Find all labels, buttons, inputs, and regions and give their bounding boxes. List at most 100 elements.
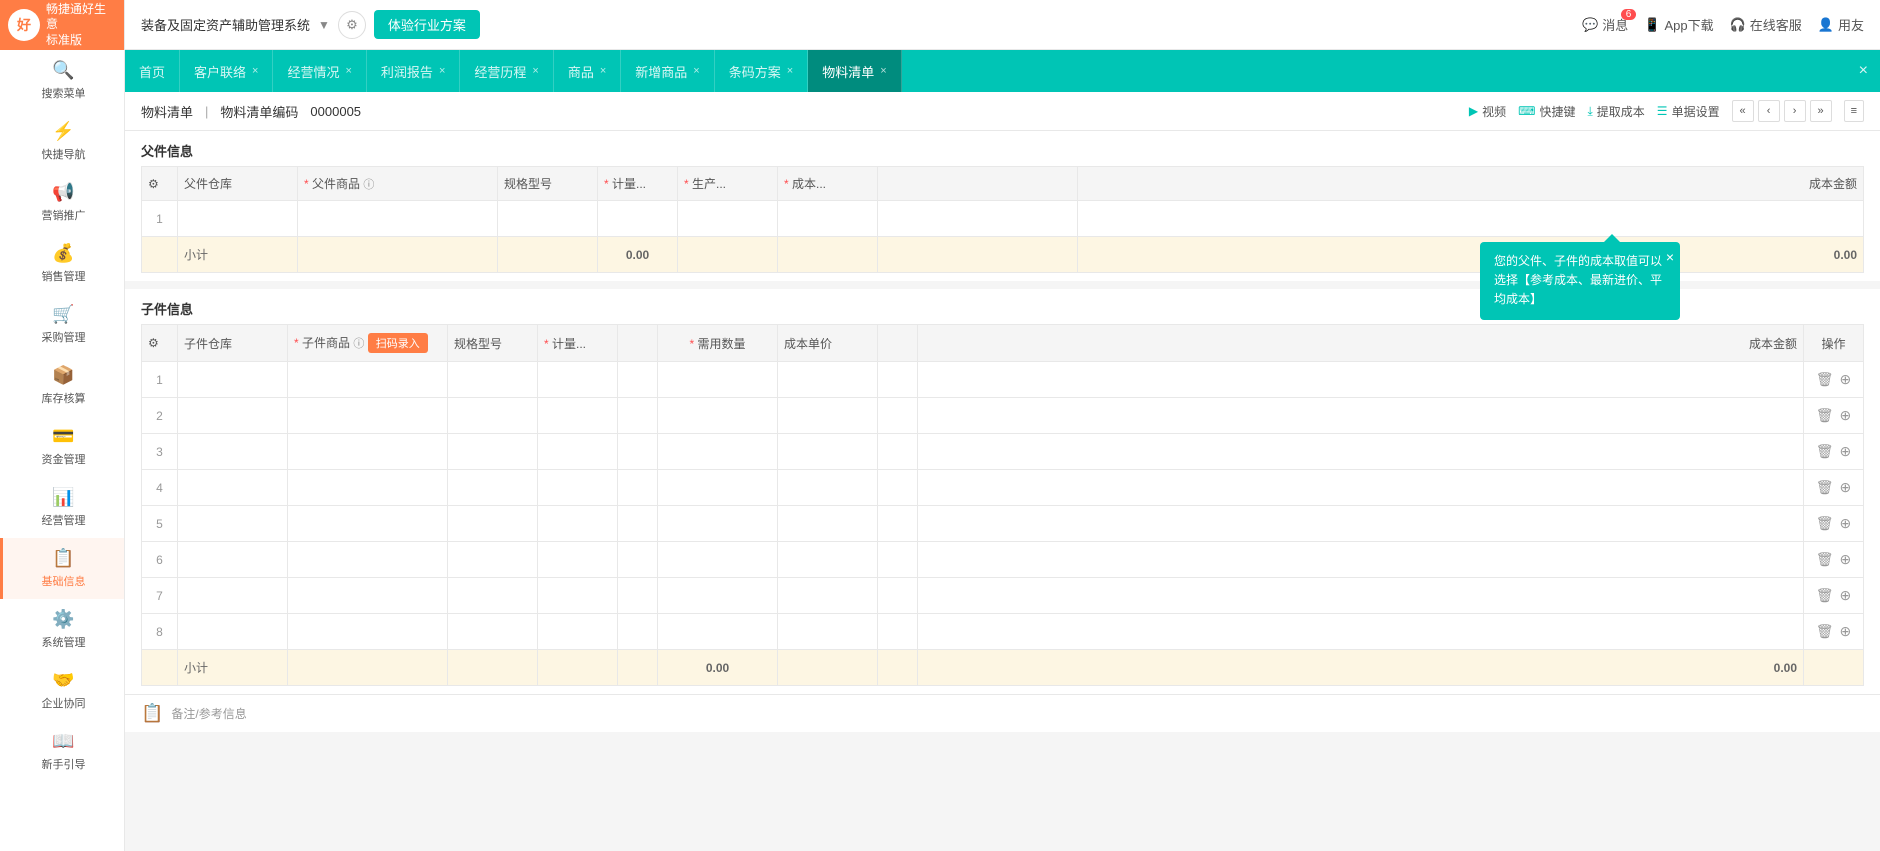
tab-home[interactable]: 首页 — [125, 50, 180, 92]
child-section: 子件信息 ⚙ 子件仓库 * 子件商品 ⓘ 扫码录入 规格型号 — [125, 289, 1880, 694]
child-row-7-actions: 🗑 ⊕ — [1810, 587, 1857, 604]
tooltip-text: 您的父件、子件的成本取值可以选择【参考成本、最新进价、平均成本】 — [1494, 254, 1662, 306]
marketing-icon: 📢 — [52, 182, 74, 203]
app-download-button[interactable]: 📱 App下载 — [1644, 15, 1713, 34]
copy-icon[interactable]: ⊕ — [1840, 479, 1852, 496]
copy-icon[interactable]: ⊕ — [1840, 407, 1852, 424]
tab-profit-report[interactable]: 利润报告 × — [367, 50, 460, 92]
copy-icon[interactable]: ⊕ — [1840, 623, 1852, 640]
user-button[interactable]: 👤 用友 — [1818, 15, 1864, 34]
tab-customer[interactable]: 客户联络 × — [180, 50, 273, 92]
copy-icon[interactable]: ⊕ — [1840, 587, 1852, 604]
settings-button[interactable]: ⚙ — [338, 11, 366, 39]
online-service-button[interactable]: 🎧 在线客服 — [1730, 15, 1802, 34]
tab-customer-close[interactable]: × — [252, 65, 258, 77]
system-title: 装备及固定资产辅助管理系统 — [141, 15, 310, 34]
tooltip-close-button[interactable]: × — [1666, 246, 1674, 268]
system-dropdown[interactable]: ▼ — [318, 18, 330, 32]
nav-next[interactable]: › — [1784, 100, 1806, 122]
tab-ops-history-close[interactable]: × — [532, 65, 538, 77]
child-table-row: 5 🗑 ⊕ — [142, 506, 1864, 542]
parent-col-cost-amount: 成本金额 — [1078, 167, 1864, 201]
topbar: 装备及固定资产辅助管理系统 ▼ ⚙ 体验行业方案 💬 消息 6 📱 App下载 … — [125, 0, 1880, 50]
nav-last[interactable]: » — [1810, 100, 1832, 122]
child-row-2-actions: 🗑 ⊕ — [1810, 407, 1857, 424]
sidebar-item-basic[interactable]: 📋 基础信息 — [0, 538, 124, 599]
view-button[interactable]: ▶ 视频 — [1469, 103, 1506, 120]
child-row-1-actions: 🗑 ⊕ — [1810, 371, 1857, 388]
extract-cost-button[interactable]: ⤓ 提取成本 — [1587, 103, 1644, 120]
bottom-bar: 📋 备注/参考信息 — [125, 694, 1880, 732]
content-area: 物料清单 | 物料清单编码 0000005 ▶ 视频 ⌨ 快捷键 ⤓ 提取成本 … — [125, 92, 1880, 851]
sidebar-item-purchase[interactable]: 🛒 采购管理 — [0, 294, 124, 355]
tab-profit-close[interactable]: × — [439, 65, 445, 77]
finance-icon: 💳 — [52, 426, 74, 447]
parent-table-row: 1 — [142, 201, 1864, 237]
sidebar-item-sales[interactable]: 💰 销售管理 — [0, 233, 124, 294]
copy-icon[interactable]: ⊕ — [1840, 371, 1852, 388]
delete-icon[interactable]: 🗑 — [1816, 515, 1834, 532]
purchase-icon: 🛒 — [52, 304, 74, 325]
delete-icon[interactable]: 🗑 — [1816, 371, 1834, 388]
sidebar-item-finance[interactable]: 💳 资金管理 — [0, 416, 124, 477]
cost-tooltip: × 您的父件、子件的成本取值可以选择【参考成本、最新进价、平均成本】 — [1480, 242, 1680, 320]
tab-goods[interactable]: 商品 × — [554, 50, 621, 92]
nav-first[interactable]: « — [1732, 100, 1754, 122]
inventory-icon: 📦 — [52, 365, 74, 386]
sidebar-item-enterprise[interactable]: 🤝 企业协同 — [0, 660, 124, 721]
tab-barcode[interactable]: 条码方案 × — [715, 50, 808, 92]
topbar-right: 💬 消息 6 📱 App下载 🎧 在线客服 👤 用友 — [1582, 15, 1864, 34]
delete-icon[interactable]: 🗑 — [1816, 587, 1834, 604]
tab-operations-status[interactable]: 经营情况 × — [273, 50, 366, 92]
trial-button[interactable]: 体验行业方案 — [374, 10, 480, 39]
tab-bom[interactable]: 物料清单 × — [808, 50, 901, 92]
nav-prev[interactable]: ‹ — [1758, 100, 1780, 122]
copy-icon[interactable]: ⊕ — [1840, 443, 1852, 460]
delete-icon[interactable]: 🗑 — [1816, 407, 1834, 424]
operations-icon: 📊 — [52, 487, 74, 508]
child-table-row: 4 🗑 ⊕ — [142, 470, 1864, 506]
delete-icon[interactable]: 🗑 — [1816, 623, 1834, 640]
tab-ops-status-close[interactable]: × — [345, 65, 351, 77]
tab-bom-close[interactable]: × — [880, 65, 886, 77]
grid-view-btn[interactable]: ≡ — [1844, 100, 1864, 122]
parent-col-unit: * 计量... — [598, 167, 678, 201]
tab-new-goods-close[interactable]: × — [693, 65, 699, 77]
sidebar-item-inventory[interactable]: 📦 库存核算 — [0, 355, 124, 416]
sidebar-item-marketing[interactable]: 📢 营销推广 — [0, 172, 124, 233]
child-col-needed-qty: * 需用数量 — [658, 325, 778, 362]
delete-icon[interactable]: 🗑 — [1816, 443, 1834, 460]
tab-barcode-close[interactable]: × — [787, 65, 793, 77]
system-icon: ⚙️ — [52, 609, 74, 630]
single-settings-button[interactable]: ☰ 单据设置 — [1657, 103, 1720, 120]
parent-col-goods: * 父件商品 ⓘ — [298, 167, 498, 201]
child-col-unit-cost: 成本单价 — [778, 325, 878, 362]
child-table-row: 1 🗑 ⊕ — [142, 362, 1864, 398]
tab-goods-close[interactable]: × — [600, 65, 606, 77]
message-button[interactable]: 💬 消息 6 — [1582, 15, 1628, 34]
copy-icon[interactable]: ⊕ — [1840, 515, 1852, 532]
child-row-8-actions: 🗑 ⊕ — [1810, 623, 1857, 640]
search-icon: 🔍 — [52, 60, 74, 81]
close-all-tabs[interactable]: × — [1847, 62, 1880, 80]
child-col-goods: * 子件商品 ⓘ 扫码录入 — [288, 325, 448, 362]
guide-icon: 📖 — [52, 731, 74, 752]
user-icon: 👤 — [1818, 17, 1834, 33]
delete-icon[interactable]: 🗑 — [1816, 479, 1834, 496]
child-table: ⚙ 子件仓库 * 子件商品 ⓘ 扫码录入 规格型号 * 计量... — [141, 324, 1864, 686]
sidebar-item-guide[interactable]: 📖 新手引导 — [0, 721, 124, 782]
sidebar-item-operations[interactable]: 📊 经营管理 — [0, 477, 124, 538]
page-actions: ▶ 视频 ⌨ 快捷键 ⤓ 提取成本 ☰ 单据设置 « ‹ — [1469, 100, 1864, 122]
tab-ops-history[interactable]: 经营历程 × — [460, 50, 553, 92]
tab-new-goods[interactable]: 新增商品 × — [621, 50, 714, 92]
sidebar-item-search[interactable]: 🔍 搜索菜单 — [0, 50, 124, 111]
shortcut-button[interactable]: ⌨ 快捷键 — [1518, 103, 1575, 120]
parent-col-spec: 规格型号 — [498, 167, 598, 201]
scan-button[interactable]: 扫码录入 — [368, 333, 428, 353]
sidebar-item-quick-nav[interactable]: ⚡ 快捷导航 — [0, 111, 124, 172]
copy-icon[interactable]: ⊕ — [1840, 551, 1852, 568]
child-subtotal-row: 小计 0.00 0.00 — [142, 650, 1864, 686]
delete-icon[interactable]: 🗑 — [1816, 551, 1834, 568]
logo-icon: 好 — [8, 9, 40, 41]
sidebar-item-system[interactable]: ⚙️ 系统管理 — [0, 599, 124, 660]
